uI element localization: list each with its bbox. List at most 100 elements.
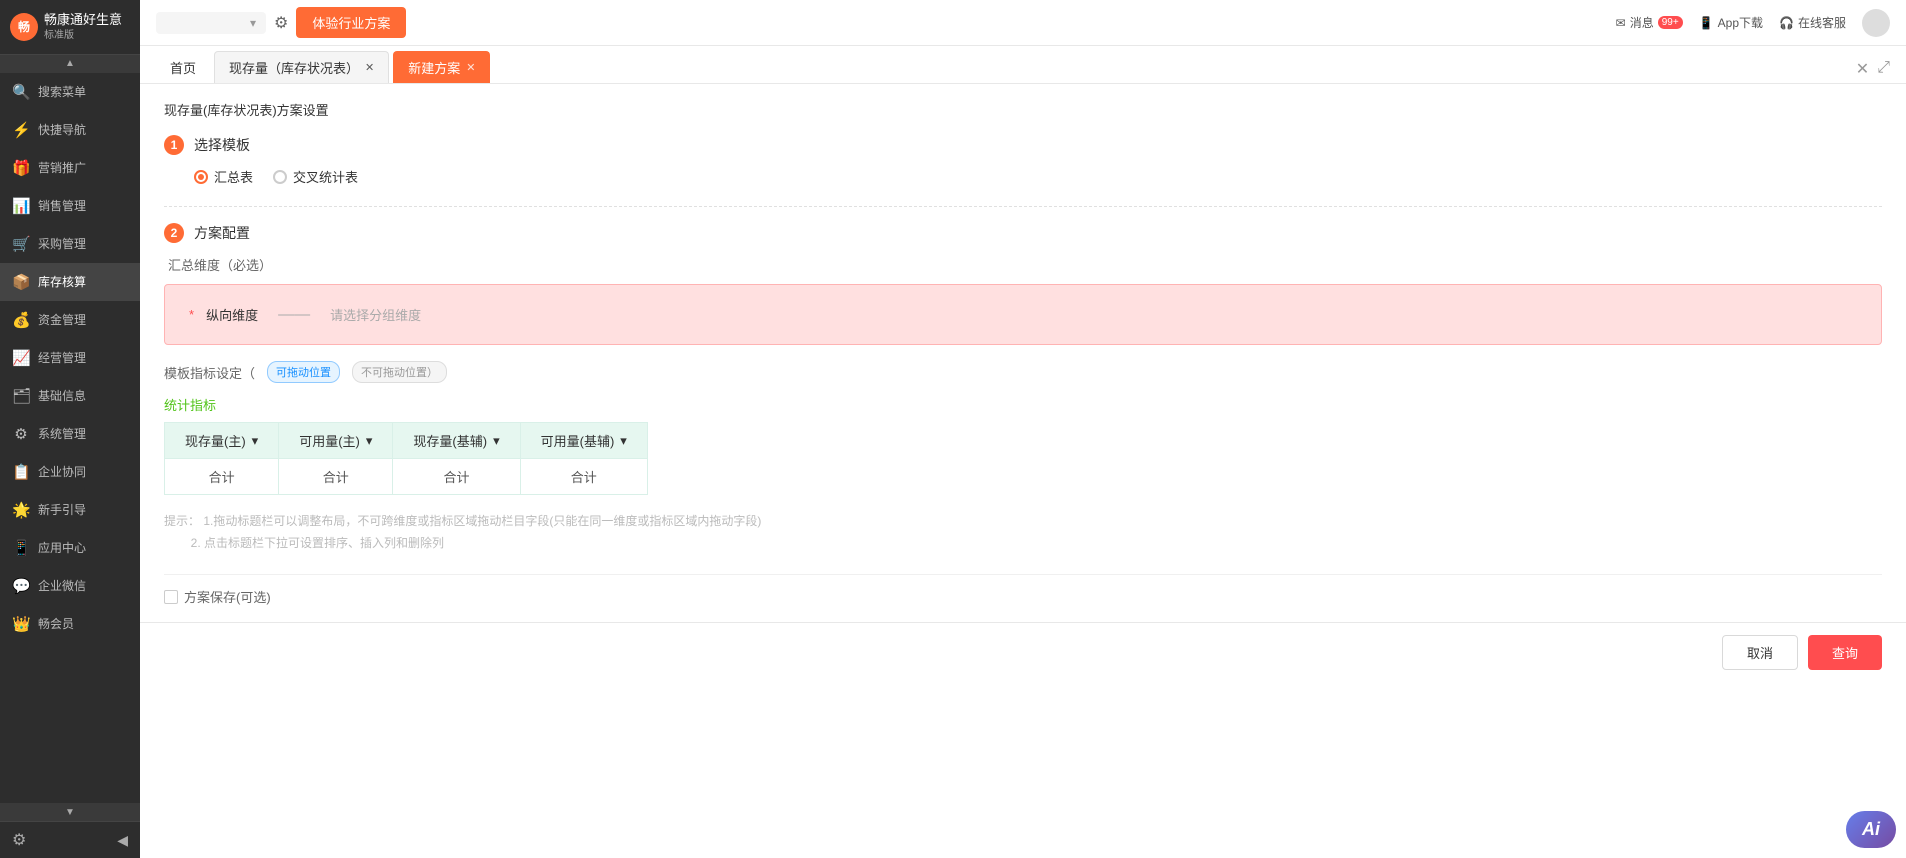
inventory-tab-close-icon[interactable]: ✕: [365, 61, 374, 74]
sales-icon: 📊: [12, 197, 30, 215]
new-plan-tab-close-icon[interactable]: ✕: [466, 61, 475, 74]
inventory-tab-label: 现存量（库存状况表）: [229, 58, 359, 77]
sidebar-item-marketing[interactable]: 🎁 营销推广: [0, 149, 140, 187]
step2-num: 2: [164, 223, 184, 243]
sidebar-item-operations[interactable]: 📈 经营管理: [0, 339, 140, 377]
tab-new-plan[interactable]: 新建方案 ✕: [393, 51, 490, 83]
tip-line-2: 2. 点击标题栏下拉可设置排序、插入列和删除列: [164, 533, 1882, 555]
radio-summary[interactable]: 汇总表: [194, 167, 253, 186]
tip-line-1: 提示： 1.拖动标题栏可以调整布局，不可跨维度或指标区域拖动栏目字段(只能在同一…: [164, 511, 1882, 533]
col-header-1[interactable]: 可用量(主) ▾: [279, 423, 393, 459]
topbar-gear-icon[interactable]: ⚙: [274, 13, 288, 33]
dimension-section-label: 汇总维度（必选）: [168, 255, 1882, 274]
message-icon: ✉: [1616, 16, 1626, 30]
message-label: 消息: [1630, 14, 1654, 31]
new-plan-tab-label: 新建方案: [408, 58, 460, 77]
cell-0-3: 合计: [520, 459, 647, 495]
inventory-icon: 📦: [12, 273, 30, 291]
step2-title: 方案配置: [194, 223, 250, 243]
sidebar-item-contract[interactable]: 📋 企业协同: [0, 453, 140, 491]
step2-section: 2 方案配置 汇总维度（必选） * 纵向维度 —— 请选择分组维度 模板指标设定…: [164, 223, 1882, 554]
operations-icon: 📈: [12, 349, 30, 367]
purchase-icon: 🛒: [12, 235, 30, 253]
step1-num: 1: [164, 135, 184, 155]
template-options: 汇总表 交叉统计表: [194, 167, 1882, 186]
step1-section: 1 选择模板 汇总表 交叉统计表: [164, 135, 1882, 186]
quick-nav-icon: ⚡: [12, 121, 30, 139]
col-3-dropdown-icon[interactable]: ▾: [620, 433, 627, 449]
sidebar-item-purchase[interactable]: 🛒 采购管理: [0, 225, 140, 263]
topbar: ▾ ⚙ 体验行业方案 ✉ 消息 99+ 📱 App下载 🎧 在线客服: [140, 0, 1906, 46]
main-area: ▾ ⚙ 体验行业方案 ✉ 消息 99+ 📱 App下载 🎧 在线客服 首页: [140, 0, 1906, 858]
tab-home[interactable]: 首页: [156, 52, 210, 83]
sidebar-item-search[interactable]: 🔍 搜索菜单: [0, 73, 140, 111]
page-title: 现存量(库存状况表)方案设置: [164, 100, 1882, 119]
radio-crosstab[interactable]: 交叉统计表: [273, 167, 358, 186]
stat-title: 统计指标: [164, 395, 1882, 414]
sidebar-item-basic-info[interactable]: 🗂 基础信息: [0, 377, 140, 415]
app-version: 标准版: [44, 29, 122, 42]
ai-badge[interactable]: Ai: [1846, 811, 1896, 848]
user-avatar[interactable]: [1862, 9, 1890, 37]
col-header-3[interactable]: 可用量(基辅) ▾: [520, 423, 647, 459]
tabbar: 首页 现存量（库存状况表） ✕ 新建方案 ✕ ✕ ⤢: [140, 46, 1906, 84]
app-download-icon: 📱: [1699, 16, 1714, 30]
cell-0-2: 合计: [393, 459, 520, 495]
col-header-3-label: 可用量(基辅): [541, 431, 615, 450]
sidebar-item-inventory[interactable]: 📦 库存核算: [0, 263, 140, 301]
sidebar-item-sales[interactable]: 📊 销售管理: [0, 187, 140, 225]
col-header-2[interactable]: 现存量(基辅) ▾: [393, 423, 520, 459]
logo-icon: 畅: [10, 13, 38, 41]
sidebar-scroll-down[interactable]: ▼: [0, 803, 140, 821]
tab-inventory[interactable]: 现存量（库存状况表） ✕: [214, 51, 389, 83]
sidebar-item-member[interactable]: 👑 畅会员: [0, 605, 140, 643]
search-input[interactable]: [166, 16, 246, 30]
settings-icon[interactable]: ⚙: [12, 830, 26, 850]
expand-panel-icon[interactable]: ⤢: [1877, 59, 1890, 79]
sidebar-scroll-up[interactable]: ▲: [0, 55, 140, 73]
cell-0-0: 合计: [165, 459, 279, 495]
radio-crosstab-label: 交叉统计表: [293, 167, 358, 186]
online-service-action[interactable]: 🎧 在线客服: [1779, 14, 1846, 31]
dimension-vertical-label: 纵向维度: [206, 305, 258, 324]
cell-0-1: 合计: [279, 459, 393, 495]
wechat-icon: 💬: [12, 577, 30, 595]
sidebar-item-system[interactable]: ⚙ 系统管理: [0, 415, 140, 453]
radio-summary-label: 汇总表: [214, 167, 253, 186]
app-name: 畅康通好生意: [44, 12, 122, 29]
dimension-arrow: ——: [278, 306, 310, 324]
trial-button[interactable]: 体验行业方案: [296, 7, 406, 38]
col-header-0[interactable]: 现存量(主) ▾: [165, 423, 279, 459]
cancel-button[interactable]: 取消: [1722, 635, 1798, 670]
dropdown-chevron-icon[interactable]: ▾: [250, 16, 256, 30]
col-1-dropdown-icon[interactable]: ▾: [366, 433, 373, 449]
footer-bar: 取消 查询: [140, 622, 1906, 682]
radio-crosstab-dot[interactable]: [273, 170, 287, 184]
sidebar-item-newbie[interactable]: 🌟 新手引导: [0, 491, 140, 529]
sidebar-footer: ⚙ ◀: [0, 821, 140, 858]
sidebar-item-app-center[interactable]: 📱 应用中心: [0, 529, 140, 567]
collapse-icon[interactable]: ◀: [117, 832, 128, 849]
col-2-dropdown-icon[interactable]: ▾: [493, 433, 500, 449]
app-download-action[interactable]: 📱 App下载: [1699, 14, 1763, 31]
search-icon: 🔍: [12, 83, 30, 101]
sidebar-item-finance[interactable]: 💰 资金管理: [0, 301, 140, 339]
step1-title: 选择模板: [194, 135, 250, 155]
query-button[interactable]: 查询: [1808, 635, 1882, 670]
col-0-dropdown-icon[interactable]: ▾: [252, 433, 259, 449]
radio-summary-dot[interactable]: [194, 170, 208, 184]
message-action[interactable]: ✉ 消息 99+: [1616, 14, 1683, 31]
tip-box: 提示： 1.拖动标题栏可以调整布局，不可跨维度或指标区域拖动栏目字段(只能在同一…: [164, 511, 1882, 554]
dimension-box: * 纵向维度 —— 请选择分组维度: [164, 284, 1882, 345]
sidebar-item-wechat[interactable]: 💬 企业微信: [0, 567, 140, 605]
topbar-search-area[interactable]: ▾: [156, 12, 266, 34]
app-download-label: App下载: [1718, 14, 1763, 31]
close-panel-icon[interactable]: ✕: [1856, 59, 1869, 79]
contract-icon: 📋: [12, 463, 30, 481]
divider-1: [164, 206, 1882, 207]
marketing-icon: 🎁: [12, 159, 30, 177]
dimension-placeholder[interactable]: 请选择分组维度: [330, 305, 421, 324]
save-checkbox[interactable]: [164, 590, 178, 604]
sidebar-item-quick-nav[interactable]: ⚡ 快捷导航: [0, 111, 140, 149]
non-draggable-badge: 不可拖动位置）: [352, 361, 447, 383]
